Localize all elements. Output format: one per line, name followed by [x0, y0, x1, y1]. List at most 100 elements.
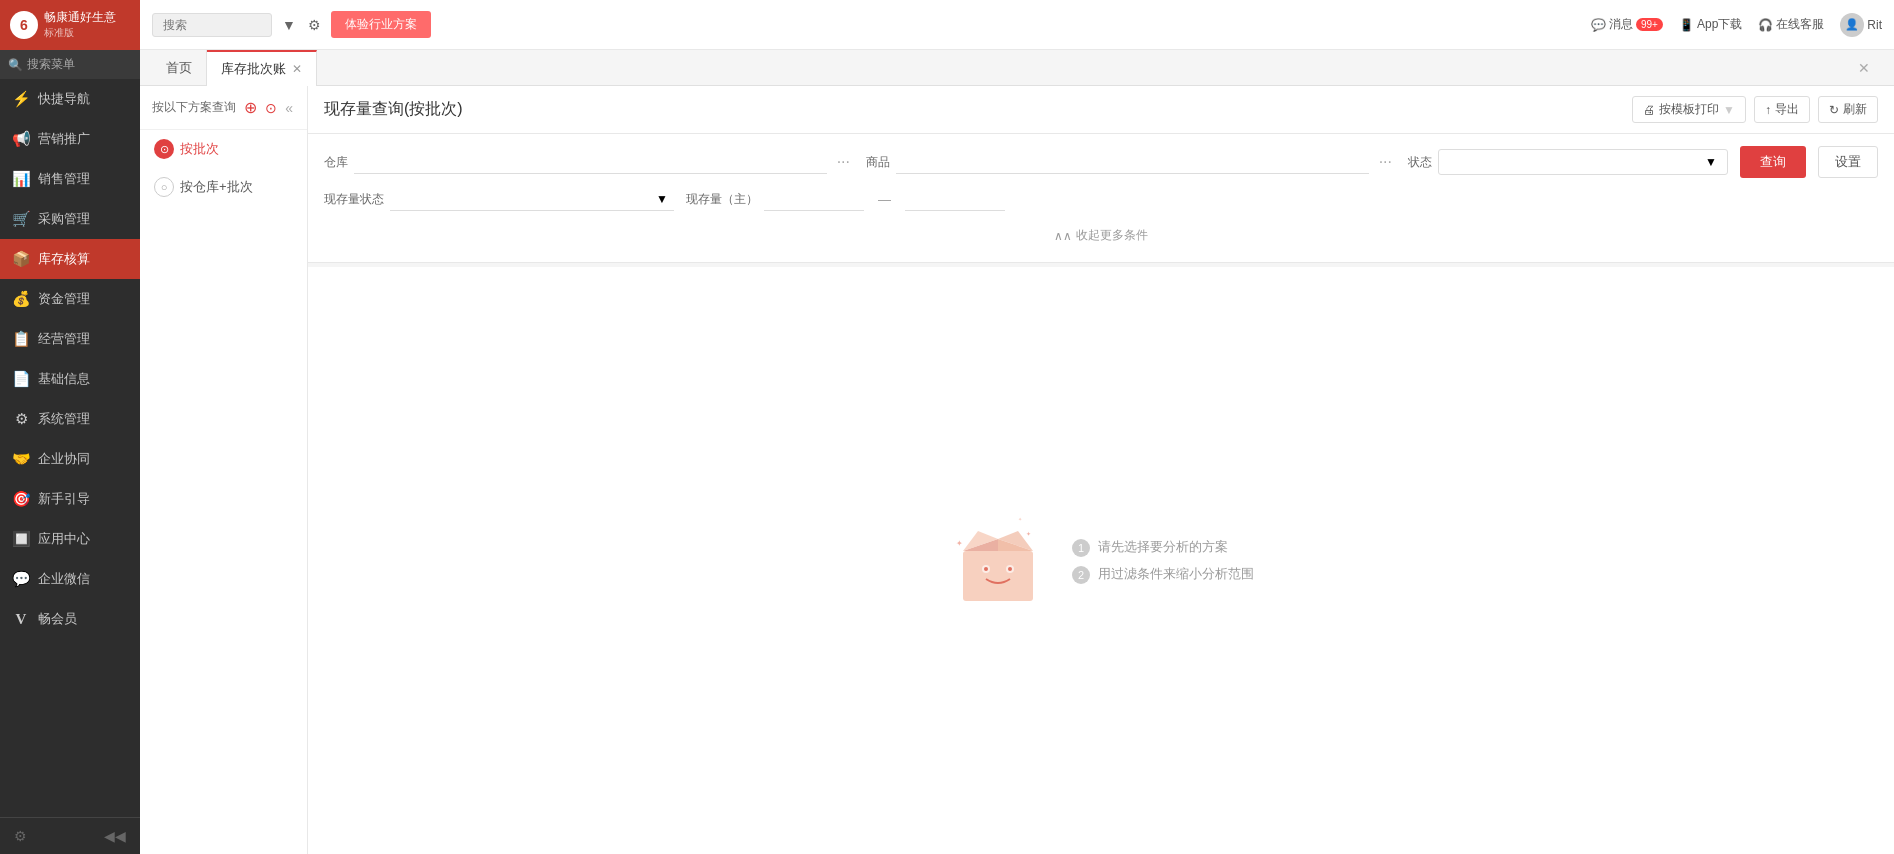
inventory-qty-label: 现存量（主）	[686, 191, 758, 208]
nav-label: 系统管理	[38, 410, 90, 428]
nav-label: 应用中心	[38, 530, 90, 548]
collapse-panel-button[interactable]: «	[283, 98, 295, 118]
enterprise-wechat-icon: 💬	[12, 570, 30, 588]
svg-text:✦: ✦	[956, 539, 963, 548]
sidebar-item-vip[interactable]: V 畅会员	[0, 599, 140, 639]
phone-icon: 📱	[1679, 18, 1694, 32]
collapse-label: 收起更多条件	[1076, 227, 1148, 244]
sidebar-settings-button[interactable]: ⚙	[12, 826, 29, 846]
nav-label: 资金管理	[38, 290, 90, 308]
inventory-qty-max-input[interactable]	[905, 188, 1005, 211]
collapse-more-button[interactable]: ∧∧ 收起更多条件	[324, 221, 1878, 250]
sidebar-item-sales[interactable]: 📊 销售管理	[0, 159, 140, 199]
enterprise-collab-icon: 🤝	[12, 450, 30, 468]
svg-text:✦: ✦	[1026, 531, 1031, 537]
online-service-button[interactable]: 🎧 在线客服	[1758, 16, 1824, 33]
message-icon: 💬	[1591, 18, 1606, 32]
topbar-settings-button[interactable]: ⚙	[306, 15, 323, 35]
sidebar-item-marketing[interactable]: 📢 营销推广	[0, 119, 140, 159]
tab-home-label: 首页	[166, 59, 192, 77]
tab-close-all-button[interactable]: ✕	[1846, 60, 1882, 76]
status-filter-label: 状态	[1408, 154, 1432, 171]
page-actions: 🖨 按模板打印 ▼ ↑ 导出 ↻ 刷新	[1632, 96, 1878, 123]
sidebar-item-enterprise-collab[interactable]: 🤝 企业协同	[0, 439, 140, 479]
inventory-qty-min-input[interactable]	[764, 188, 864, 211]
warehouse-more-button[interactable]: ···	[833, 153, 854, 171]
print-button[interactable]: 🖨 按模板打印 ▼	[1632, 96, 1746, 123]
filter-area: 仓库 ··· 商品 ··· 状态 ▼	[308, 134, 1894, 263]
plan-by-batch[interactable]: ⊙ 按批次	[140, 130, 307, 168]
sidebar-item-basic-info[interactable]: 📄 基础信息	[0, 359, 140, 399]
sales-icon: 📊	[12, 170, 30, 188]
topbar-search-input[interactable]	[152, 13, 272, 37]
user-avatar-button[interactable]: 👤 Rit	[1840, 13, 1882, 37]
inventory-qty-group: 现存量（主） —	[686, 188, 1026, 211]
export-button[interactable]: ↑ 导出	[1754, 96, 1810, 123]
tab-close-button[interactable]: ✕	[292, 62, 302, 76]
sidebar-item-inventory[interactable]: 📦 库存核算	[0, 239, 140, 279]
main-area: ▼ ⚙ 体验行业方案 💬 消息 99+ 📱 App下载 🎧 在线客服 👤 Rit	[140, 0, 1894, 854]
collapse-row: ∧∧ 收起更多条件	[324, 221, 1878, 250]
inventory-qty-dash: —	[870, 192, 899, 207]
collapse-up-icon: ∧∧	[1054, 229, 1072, 243]
empty-box-svg: ✦ ✦ ✦	[948, 511, 1048, 611]
sidebar-item-system[interactable]: ⚙ 系统管理	[0, 399, 140, 439]
warehouse-filter-input[interactable]	[354, 151, 827, 174]
finance-icon: 💰	[12, 290, 30, 308]
plan-by-warehouse-batch[interactable]: ○ 按仓库+批次	[140, 168, 307, 206]
left-panel-title: 按以下方案查询	[152, 99, 236, 116]
warehouse-filter-group: 仓库 ···	[324, 151, 854, 174]
sidebar-item-purchase[interactable]: 🛒 采购管理	[0, 199, 140, 239]
sidebar-search-label: 搜索菜单	[27, 56, 75, 73]
username-label: Rit	[1867, 18, 1882, 32]
print-dropdown-icon: ▼	[1723, 103, 1735, 117]
plan-batch-label: 按批次	[180, 140, 219, 158]
sidebar-item-finance[interactable]: 💰 资金管理	[0, 279, 140, 319]
app-download-label: App下载	[1697, 16, 1742, 33]
page-title: 现存量查询(按批次)	[324, 99, 463, 120]
query-button[interactable]: 查询	[1740, 146, 1806, 178]
tab-home[interactable]: 首页	[152, 50, 207, 86]
refresh-button[interactable]: ↻ 刷新	[1818, 96, 1878, 123]
messages-button[interactable]: 💬 消息 99+	[1591, 16, 1663, 33]
settings-plan-button[interactable]: ⊙	[263, 98, 279, 118]
product-more-button[interactable]: ···	[1375, 153, 1396, 171]
experience-btn[interactable]: 体验行业方案	[331, 11, 431, 38]
plan-warehouse-batch-label: 按仓库+批次	[180, 178, 253, 196]
online-service-label: 在线客服	[1776, 16, 1824, 33]
brand-name: 畅康通好生意	[44, 10, 116, 26]
sidebar-item-app-center[interactable]: 🔲 应用中心	[0, 519, 140, 559]
status-dropdown[interactable]: ▼	[1438, 149, 1728, 175]
quick-nav-icon: ⚡	[12, 90, 30, 108]
sidebar-item-new-guide[interactable]: 🎯 新手引导	[0, 479, 140, 519]
edition-label: 标准版	[44, 26, 116, 40]
logo-icon: 6	[10, 11, 38, 39]
sidebar-search[interactable]: 🔍 搜索菜单	[0, 50, 140, 79]
sidebar-item-quick-nav[interactable]: ⚡ 快捷导航	[0, 79, 140, 119]
svg-text:✦: ✦	[1018, 516, 1022, 522]
hint-num-1: 1	[1072, 539, 1090, 557]
right-main: 现存量查询(按批次) 🖨 按模板打印 ▼ ↑ 导出 ↻ 刷新	[308, 86, 1894, 854]
plan-warehouse-batch-icon: ○	[154, 177, 174, 197]
add-plan-button[interactable]: ⊕	[242, 96, 259, 119]
hint-item-2: 2 用过滤条件来缩小分析范围	[1072, 565, 1254, 584]
nav-label: 销售管理	[38, 170, 90, 188]
product-filter-input[interactable]	[896, 151, 1369, 174]
product-filter-group: 商品 ···	[866, 151, 1396, 174]
empty-state: ✦ ✦ ✦ 1 请先选择要分析的方案 2 用过滤条件来缩小分析范围	[308, 267, 1894, 854]
topbar-dropdown-button[interactable]: ▼	[280, 15, 298, 35]
app-center-icon: 🔲	[12, 530, 30, 548]
sidebar-item-enterprise-wechat[interactable]: 💬 企业微信	[0, 559, 140, 599]
topbar-right: 💬 消息 99+ 📱 App下载 🎧 在线客服 👤 Rit	[1591, 13, 1882, 37]
inventory-status-group: 现存量状态 ▼	[324, 188, 674, 211]
nav-label: 快捷导航	[38, 90, 90, 108]
svg-point-7	[984, 567, 988, 571]
svg-rect-0	[963, 551, 1033, 601]
inventory-status-dropdown[interactable]: ▼	[390, 188, 674, 211]
left-panel-header: 按以下方案查询 ⊕ ⊙ «	[140, 86, 307, 130]
sidebar-item-operations[interactable]: 📋 经营管理	[0, 319, 140, 359]
sidebar-collapse-button[interactable]: ◀◀	[102, 826, 128, 846]
app-download-button[interactable]: 📱 App下载	[1679, 16, 1742, 33]
tab-inventory-batch[interactable]: 库存批次账 ✕	[207, 50, 317, 86]
column-settings-button[interactable]: 设置	[1818, 146, 1878, 178]
